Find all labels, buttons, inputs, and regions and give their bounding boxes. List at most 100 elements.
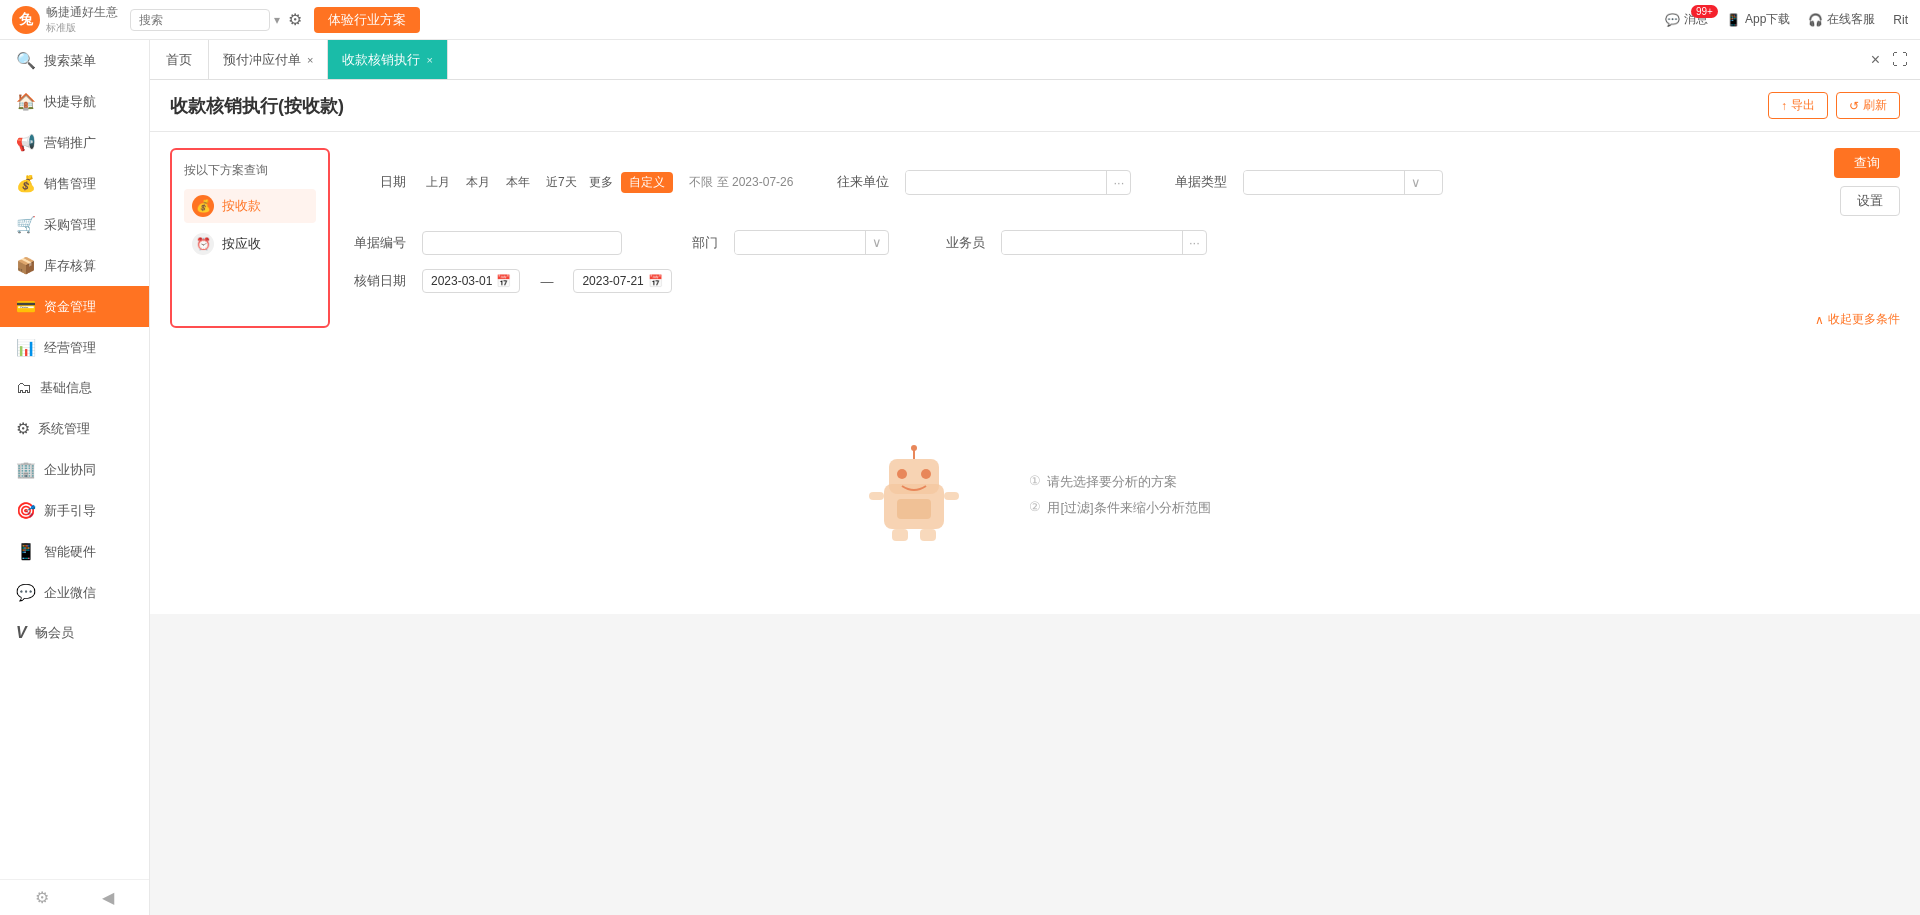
verify-date-start-value: 2023-03-01	[431, 274, 492, 288]
date-btn-custom[interactable]: 自定义	[621, 172, 673, 193]
collapse-icon: ∧	[1815, 313, 1824, 327]
doc-no-label: 单据编号	[346, 234, 406, 252]
logo-icon: 兔	[12, 6, 40, 34]
industry-button[interactable]: 体验行业方案	[314, 7, 420, 33]
dept-chevron[interactable]: ∨	[865, 231, 888, 254]
gear-icon[interactable]: ⚙	[288, 10, 302, 29]
tab-receipt-close[interactable]: ×	[426, 54, 432, 66]
date-to-text: 至 2023-07-26	[717, 174, 794, 191]
sidebar: 🔍 搜索菜单 🏠 快捷导航 📢 营销推广 💰 销售管理 🛒 采购管理 📦 库存核…	[0, 40, 150, 915]
staff-field[interactable]	[1002, 232, 1182, 254]
doc-no-field[interactable]	[422, 231, 622, 255]
sidebar-item-wechat[interactable]: 💬 企业微信	[0, 572, 149, 613]
guide-icon: 🎯	[16, 501, 36, 520]
topbar: 兔 畅捷通好生意 标准版 ▾ ⚙ 体验行业方案 💬 消息 99+ 📱 App下载…	[0, 0, 1920, 40]
tab-maximize-icon[interactable]: ⛶	[1888, 47, 1912, 73]
query-btn-area: 查询 设置	[1834, 148, 1900, 216]
doc-type-field[interactable]	[1244, 171, 1404, 193]
sidebar-item-label: 系统管理	[38, 420, 90, 438]
date-btn-7days[interactable]: 近7天	[542, 172, 581, 193]
verify-date-label: 核销日期	[346, 272, 406, 290]
sidebar-item-label: 畅会员	[35, 624, 74, 642]
filter-sidebar-title: 按以下方案查询	[184, 162, 316, 179]
sidebar-item-guide[interactable]: 🎯 新手引导	[0, 490, 149, 531]
sidebar-item-basic-info[interactable]: 🗂 基础信息	[0, 368, 149, 408]
sidebar-item-purchase[interactable]: 🛒 采购管理	[0, 204, 149, 245]
tab-receipt-verification[interactable]: 收款核销执行 ×	[328, 40, 447, 79]
marketing-icon: 📢	[16, 133, 36, 152]
tab-close-all-icon[interactable]: ×	[1867, 47, 1884, 73]
inventory-icon: 📦	[16, 256, 36, 275]
dept-field[interactable]	[735, 232, 865, 254]
sidebar-item-quicknav[interactable]: 🏠 快捷导航	[0, 81, 149, 122]
svg-point-5	[911, 445, 917, 451]
tab-home[interactable]: 首页	[150, 40, 209, 79]
settings-button[interactable]: 设置	[1840, 186, 1900, 216]
basic-info-icon: 🗂	[16, 379, 32, 397]
counterparty-field[interactable]	[906, 171, 1106, 193]
date-btn-more[interactable]: 更多	[589, 174, 613, 191]
topbar-right: 💬 消息 99+ 📱 App下载 🎧 在线客服 Rit	[1665, 11, 1908, 28]
sidebar-item-hardware[interactable]: 📱 智能硬件	[0, 531, 149, 572]
sidebar-item-marketing[interactable]: 📢 营销推广	[0, 122, 149, 163]
sidebar-item-system[interactable]: ⚙ 系统管理	[0, 408, 149, 449]
empty-state: ① 请先选择要分析的方案 ② 用[过滤]条件来缩小分析范围	[150, 344, 1920, 614]
tab-prepay[interactable]: 预付冲应付单 ×	[209, 40, 328, 79]
filter-option-receivable-label: 按应收	[222, 235, 261, 253]
sidebar-item-label: 营销推广	[44, 134, 96, 152]
tab-prepay-close[interactable]: ×	[307, 54, 313, 66]
collapse-sidebar-button[interactable]: ◀	[102, 888, 114, 907]
settings-bottom-icon[interactable]: ⚙	[35, 888, 49, 907]
logo: 兔 畅捷通好生意 标准版	[12, 4, 118, 35]
message-button[interactable]: 💬 消息 99+	[1665, 11, 1708, 28]
filter-row-3: 核销日期 2023-03-01 📅 — 2023-07-21 📅	[346, 269, 1900, 293]
verify-date-start-field[interactable]: 2023-03-01 📅	[422, 269, 520, 293]
svg-rect-8	[897, 499, 931, 519]
home-icon: 🏠	[16, 92, 36, 111]
date-btn-this-month[interactable]: 本月	[462, 172, 494, 193]
date-btn-last-month[interactable]: 上月	[422, 172, 454, 193]
query-button[interactable]: 查询	[1834, 148, 1900, 178]
sidebar-item-label: 基础信息	[40, 379, 92, 397]
svg-point-3	[921, 469, 931, 479]
sidebar-item-inventory[interactable]: 📦 库存核算	[0, 245, 149, 286]
staff-label: 业务员	[925, 234, 985, 252]
search-input[interactable]	[130, 9, 270, 31]
message-icon: 💬	[1665, 13, 1680, 27]
filter-option-by-receivable[interactable]: ⏰ 按应收	[184, 227, 316, 261]
counterparty-dots-button[interactable]: ···	[1106, 171, 1130, 194]
refresh-label: 刷新	[1863, 97, 1887, 114]
filter-row-1: 日期 上月 本月 本年 近7天 更多 自定义 不限 至 2023-07-26	[346, 148, 1900, 216]
svg-rect-6	[869, 492, 884, 500]
staff-dots-button[interactable]: ···	[1182, 231, 1206, 254]
sidebar-item-enterprise[interactable]: 🏢 企业协同	[0, 449, 149, 490]
doc-type-chevron[interactable]: ∨	[1404, 171, 1427, 194]
online-service-button[interactable]: 🎧 在线客服	[1808, 11, 1875, 28]
sidebar-item-label: 库存核算	[44, 257, 96, 275]
filter-option-by-receipt[interactable]: 💰 按收款	[184, 189, 316, 223]
filter-area: 按以下方案查询 💰 按收款 ⏰ 按应收 日期	[150, 132, 1920, 344]
filter-scheme-sidebar: 按以下方案查询 💰 按收款 ⏰ 按应收	[170, 148, 330, 328]
tab-bar-right: × ⛶	[1867, 47, 1920, 73]
date-btn-this-year[interactable]: 本年	[502, 172, 534, 193]
user-profile[interactable]: Rit	[1893, 13, 1908, 27]
topbar-search: ▾	[130, 9, 280, 31]
sidebar-item-label: 搜索菜单	[44, 52, 96, 70]
app-icon: 📱	[1726, 13, 1741, 27]
service-icon: 🎧	[1808, 13, 1823, 27]
sidebar-item-sales[interactable]: 💰 销售管理	[0, 163, 149, 204]
sidebar-item-search[interactable]: 🔍 搜索菜单	[0, 40, 149, 81]
sidebar-item-operations[interactable]: 📊 经营管理	[0, 327, 149, 368]
collapse-conditions-button[interactable]: ∧ 收起更多条件	[1815, 311, 1900, 328]
app-label: App下载	[1745, 11, 1790, 28]
app-download-button[interactable]: 📱 App下载	[1726, 11, 1790, 28]
sidebar-item-member[interactable]: V 畅会员	[0, 613, 149, 653]
export-button[interactable]: ↑ 导出	[1768, 92, 1828, 119]
refresh-button[interactable]: ↺ 刷新	[1836, 92, 1900, 119]
verify-date-end-field[interactable]: 2023-07-21 📅	[573, 269, 671, 293]
sidebar-item-finance[interactable]: 💳 资金管理	[0, 286, 149, 327]
content-area: 首页 预付冲应付单 × 收款核销执行 × × ⛶ 收款核销执行(按收款) ↑	[150, 40, 1920, 915]
sidebar-item-label: 智能硬件	[44, 543, 96, 561]
sidebar-bottom: ⚙ ◀	[0, 879, 149, 915]
sidebar-item-label: 经营管理	[44, 339, 96, 357]
